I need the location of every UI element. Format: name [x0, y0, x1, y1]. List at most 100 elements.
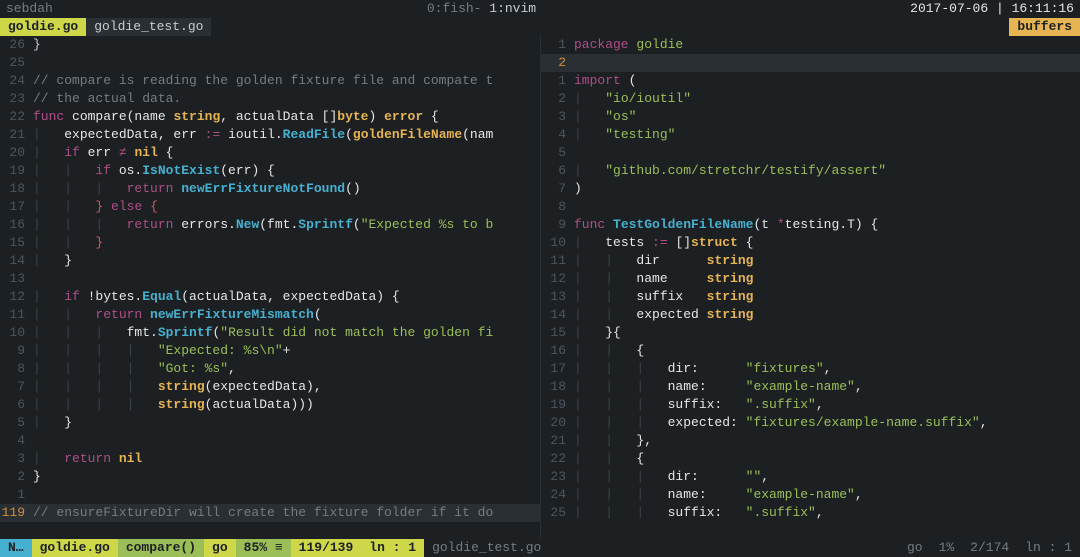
code-content[interactable] [33, 54, 540, 72]
code-line[interactable]: 19| | if os.IsNotExist(err) { [0, 162, 540, 180]
code-content[interactable]: | } [33, 252, 540, 270]
code-line[interactable]: 1 [0, 486, 540, 504]
code-line[interactable]: 3| "os" [541, 108, 1080, 126]
code-line[interactable]: 10| tests := []struct { [541, 234, 1080, 252]
code-line[interactable]: 6| "github.com/stretchr/testify/assert" [541, 162, 1080, 180]
code-content[interactable]: | | return newErrFixtureMismatch( [33, 306, 540, 324]
code-content[interactable]: | | dir string [574, 252, 1080, 270]
code-content[interactable] [574, 54, 1080, 72]
code-line[interactable]: 4| "testing" [541, 126, 1080, 144]
code-line[interactable]: 7) [541, 180, 1080, 198]
code-content[interactable]: | if err ≠ nil { [33, 144, 540, 162]
code-content[interactable]: ) [574, 180, 1080, 198]
code-content[interactable]: | "testing" [574, 126, 1080, 144]
code-line[interactable]: 8| | | | "Got: %s", [0, 360, 540, 378]
code-line[interactable]: 15| | } [0, 234, 540, 252]
code-line[interactable]: 3| return nil [0, 450, 540, 468]
code-line[interactable]: 9| | | | "Expected: %s\n"+ [0, 342, 540, 360]
code-content[interactable]: } [33, 468, 540, 486]
code-content[interactable]: | | | name: "example-name", [574, 378, 1080, 396]
code-content[interactable] [33, 270, 540, 288]
code-line[interactable]: 11| | dir string [541, 252, 1080, 270]
code-line[interactable]: 2 [541, 54, 1080, 72]
code-line[interactable]: 9func TestGoldenFileName(t *testing.T) { [541, 216, 1080, 234]
code-line[interactable]: 2| "io/ioutil" [541, 90, 1080, 108]
code-content[interactable]: | | | expected: "fixtures/example-name.s… [574, 414, 1080, 432]
code-line[interactable]: 6| | | | string(actualData))) [0, 396, 540, 414]
code-line[interactable]: 12| | name string [541, 270, 1080, 288]
code-line[interactable]: 2} [0, 468, 540, 486]
code-content[interactable]: | | | return newErrFixtureNotFound() [33, 180, 540, 198]
code-line[interactable]: 22| | { [541, 450, 1080, 468]
code-content[interactable]: | | { [574, 342, 1080, 360]
code-line[interactable]: 22func compare(name string, actualData [… [0, 108, 540, 126]
code-content[interactable]: | | | dir: "", [574, 468, 1080, 486]
tab-goldie-go[interactable]: goldie.go [0, 18, 86, 36]
code-content[interactable]: | | suffix string [574, 288, 1080, 306]
code-line[interactable]: 11| | return newErrFixtureMismatch( [0, 306, 540, 324]
code-content[interactable]: | | } [33, 234, 540, 252]
code-line[interactable]: 14| } [0, 252, 540, 270]
code-content[interactable]: | "github.com/stretchr/testify/assert" [574, 162, 1080, 180]
tab-goldie-test-go[interactable]: goldie_test.go [86, 18, 211, 36]
code-content[interactable]: | | | | string(expectedData), [33, 378, 540, 396]
code-content[interactable]: | if !bytes.Equal(actualData, expectedDa… [33, 288, 540, 306]
code-line[interactable]: 23// the actual data. [0, 90, 540, 108]
code-line[interactable]: 1import ( [541, 72, 1080, 90]
code-content[interactable]: // the actual data. [33, 90, 540, 108]
code-content[interactable] [574, 144, 1080, 162]
code-content[interactable]: | return nil [33, 450, 540, 468]
code-line[interactable]: 8 [541, 198, 1080, 216]
code-line[interactable]: 14| | expected string [541, 306, 1080, 324]
code-content[interactable] [33, 486, 540, 504]
code-content[interactable]: | | | fmt.Sprintf("Result did not match … [33, 324, 540, 342]
code-line[interactable]: 18| | | name: "example-name", [541, 378, 1080, 396]
code-line[interactable]: 21| expectedData, err := ioutil.ReadFile… [0, 126, 540, 144]
code-content[interactable] [574, 198, 1080, 216]
code-content[interactable]: | | | | string(actualData))) [33, 396, 540, 414]
code-line[interactable]: 25| | | suffix: ".suffix", [541, 504, 1080, 522]
editor-pane-left[interactable]: 26}2524// compare is reading the golden … [0, 36, 540, 539]
code-content[interactable]: import ( [574, 72, 1080, 90]
code-content[interactable]: // ensureFixtureDir will create the fixt… [33, 504, 540, 522]
code-line[interactable]: 23| | | dir: "", [541, 468, 1080, 486]
code-content[interactable]: | | }, [574, 432, 1080, 450]
code-line[interactable]: 19| | | suffix: ".suffix", [541, 396, 1080, 414]
code-content[interactable]: | | } else { [33, 198, 540, 216]
code-content[interactable]: | | | dir: "fixtures", [574, 360, 1080, 378]
code-line[interactable]: 24// compare is reading the golden fixtu… [0, 72, 540, 90]
code-line[interactable]: 5| } [0, 414, 540, 432]
code-content[interactable]: func compare(name string, actualData []b… [33, 108, 540, 126]
code-line[interactable]: 119// ensureFixtureDir will create the f… [0, 504, 540, 522]
code-line[interactable]: 15| }{ [541, 324, 1080, 342]
code-content[interactable]: } [33, 36, 540, 54]
code-content[interactable]: | tests := []struct { [574, 234, 1080, 252]
code-content[interactable] [33, 432, 540, 450]
code-line[interactable]: 16| | { [541, 342, 1080, 360]
code-content[interactable]: | | | suffix: ".suffix", [574, 396, 1080, 414]
code-line[interactable]: 4 [0, 432, 540, 450]
code-line[interactable]: 20| if err ≠ nil { [0, 144, 540, 162]
code-line[interactable]: 5 [541, 144, 1080, 162]
code-content[interactable]: | | | | "Got: %s", [33, 360, 540, 378]
code-content[interactable]: | | expected string [574, 306, 1080, 324]
tmux-window-1[interactable]: 1:nvim [489, 1, 536, 16]
code-content[interactable]: | | name string [574, 270, 1080, 288]
code-line[interactable]: 12| if !bytes.Equal(actualData, expected… [0, 288, 540, 306]
code-content[interactable]: | | | return errors.New(fmt.Sprintf("Exp… [33, 216, 540, 234]
code-content[interactable]: | | | | "Expected: %s\n"+ [33, 342, 540, 360]
code-line[interactable]: 7| | | | string(expectedData), [0, 378, 540, 396]
code-line[interactable]: 24| | | name: "example-name", [541, 486, 1080, 504]
code-content[interactable]: | | { [574, 450, 1080, 468]
code-line[interactable]: 1package goldie [541, 36, 1080, 54]
code-content[interactable]: | | | suffix: ".suffix", [574, 504, 1080, 522]
code-content[interactable]: | expectedData, err := ioutil.ReadFile(g… [33, 126, 540, 144]
code-content[interactable]: | } [33, 414, 540, 432]
code-line[interactable]: 18| | | return newErrFixtureNotFound() [0, 180, 540, 198]
tmux-window-0[interactable]: 0:fish- [427, 1, 482, 16]
code-line[interactable]: 21| | }, [541, 432, 1080, 450]
code-line[interactable]: 16| | | return errors.New(fmt.Sprintf("E… [0, 216, 540, 234]
code-content[interactable]: | "io/ioutil" [574, 90, 1080, 108]
code-content[interactable]: // compare is reading the golden fixture… [33, 72, 540, 90]
code-line[interactable]: 13| | suffix string [541, 288, 1080, 306]
